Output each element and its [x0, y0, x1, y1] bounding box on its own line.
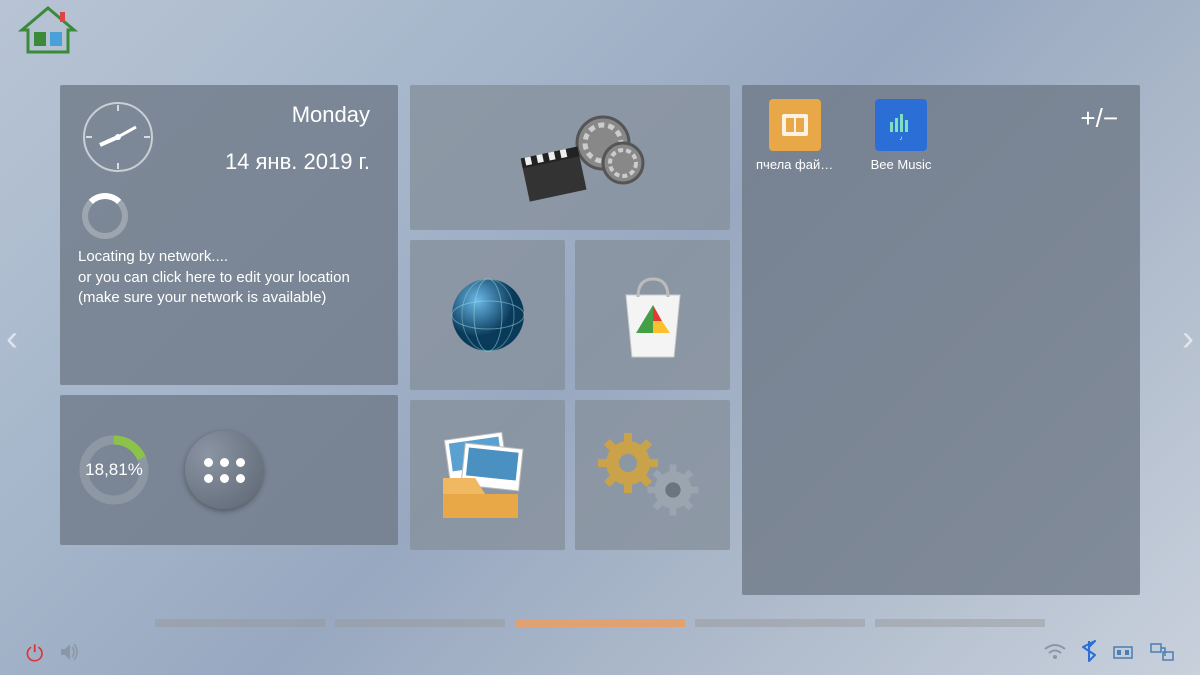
page-dot[interactable] [695, 619, 865, 627]
volume-icon[interactable] [59, 642, 81, 667]
wifi-icon[interactable] [1044, 643, 1066, 666]
ethernet-icon[interactable] [1150, 643, 1174, 666]
globe-icon [443, 270, 533, 360]
browser-tile[interactable] [410, 240, 565, 390]
clock-weather-tile[interactable]: Monday 14 янв. 2019 г. Locating by netwo… [60, 85, 398, 385]
settings-icon [593, 425, 713, 525]
svg-text:♪: ♪ [900, 136, 903, 142]
page-dot[interactable] [875, 619, 1045, 627]
weekday-label: Monday [172, 97, 370, 132]
page-dot[interactable] [515, 619, 685, 627]
loading-icon [82, 193, 128, 239]
all-apps-button[interactable] [185, 431, 263, 509]
status-bar: ⏻ [0, 633, 1200, 675]
apps-icon [204, 458, 245, 483]
date-label: 14 янв. 2019 г. [172, 144, 370, 179]
add-remove-button[interactable]: +/− [1072, 99, 1126, 138]
memory-apps-tile: 18,81% [60, 395, 398, 545]
memory-ring[interactable]: 18,81% [78, 434, 150, 506]
app-shortcut-file[interactable]: пчела файл... [756, 99, 834, 172]
file-app-icon [769, 99, 821, 151]
gallery-tile[interactable] [410, 400, 565, 550]
page-dot[interactable] [155, 619, 325, 627]
store-tile[interactable] [575, 240, 730, 390]
clock-icon [78, 97, 158, 177]
home-icon[interactable] [18, 6, 78, 56]
app-shortcut-file-label: пчела файл... [756, 157, 834, 172]
page-indicator [0, 619, 1200, 627]
power-icon[interactable]: ⏻ [26, 641, 43, 667]
page-dot[interactable] [335, 619, 505, 627]
media-tile[interactable] [410, 85, 730, 230]
music-app-icon: ♪ [875, 99, 927, 151]
usb-icon[interactable] [1112, 643, 1134, 666]
app-shortcut-music[interactable]: ♪ Bee Music [862, 99, 940, 172]
favorites-panel: пчела файл... ♪ Bee Music +/− [742, 85, 1140, 595]
store-icon [608, 265, 698, 365]
gallery-icon [433, 428, 543, 523]
weather-status-text: Locating by network.... or you can click… [78, 247, 380, 308]
app-shortcut-music-label: Bee Music [862, 157, 940, 172]
media-icon [495, 108, 645, 208]
launcher-grid: Monday 14 янв. 2019 г. Locating by netwo… [60, 85, 1140, 595]
nav-left-arrow[interactable]: ‹ [6, 317, 18, 359]
memory-percent-label: 18,81% [78, 434, 150, 506]
bluetooth-icon[interactable] [1082, 640, 1096, 668]
settings-tile[interactable] [575, 400, 730, 550]
nav-right-arrow[interactable]: › [1182, 317, 1194, 359]
